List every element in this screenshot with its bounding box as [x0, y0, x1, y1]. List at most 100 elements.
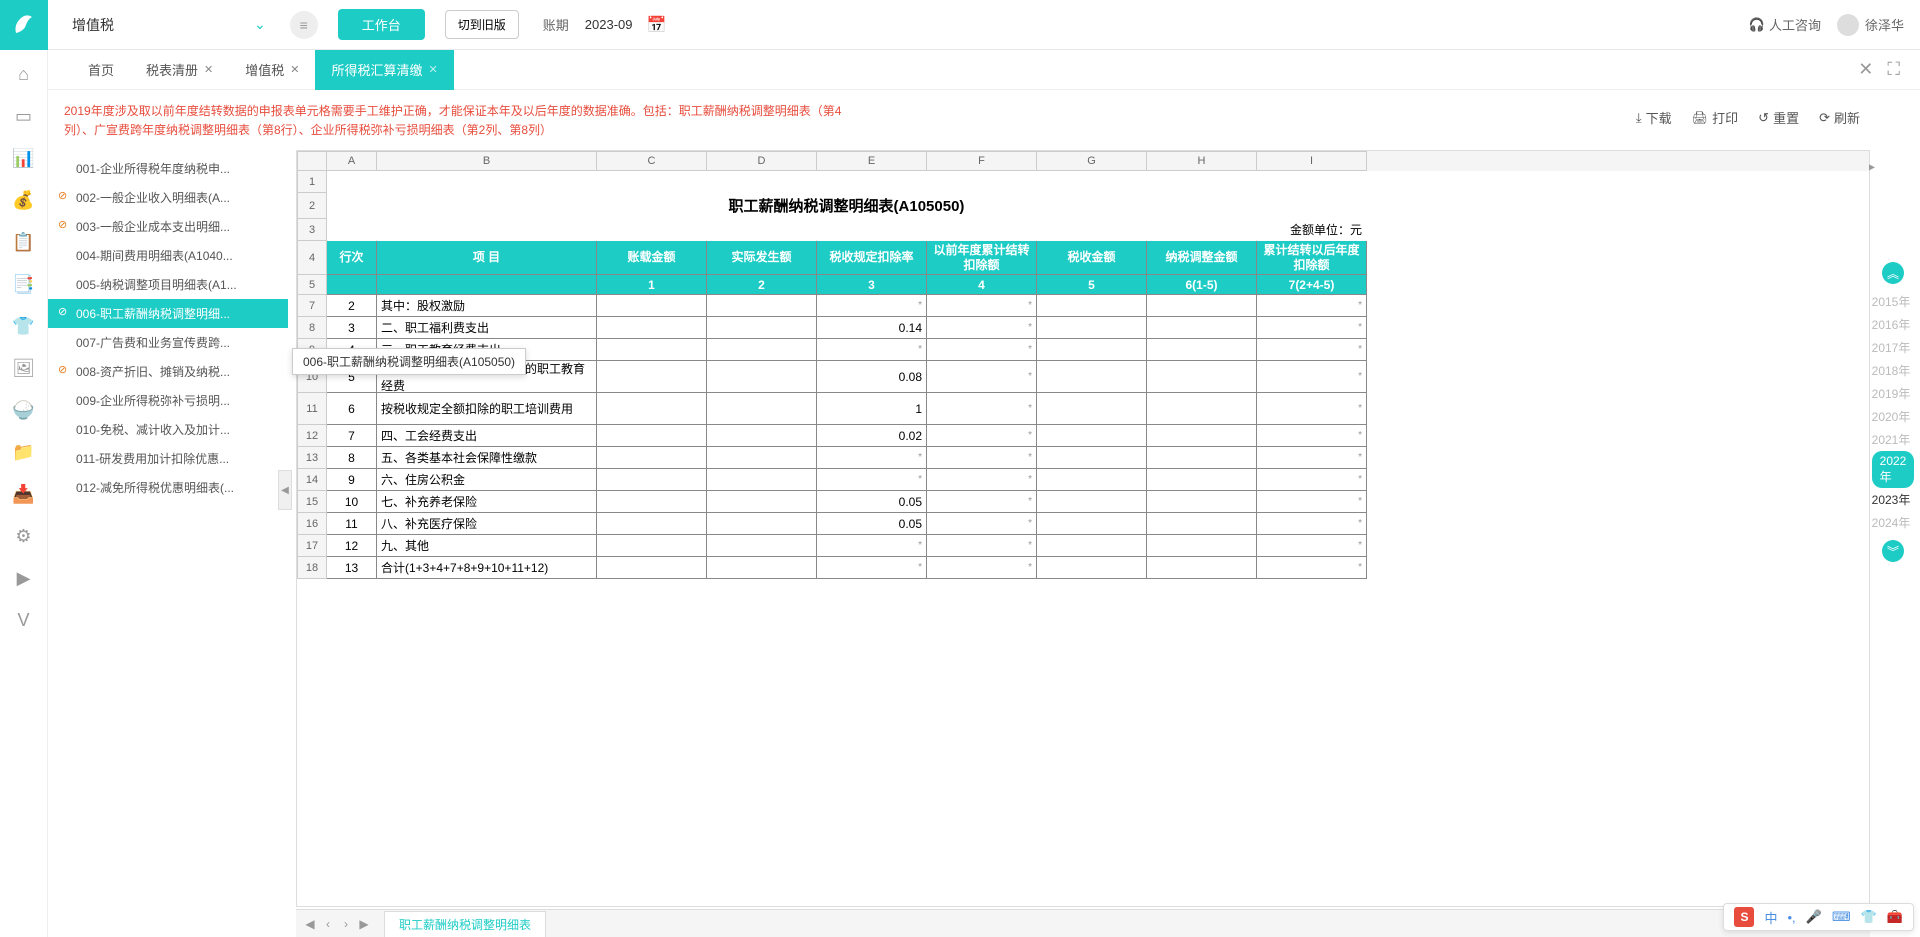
cell[interactable]: * [817, 557, 927, 579]
cell[interactable]: * [927, 535, 1037, 557]
cell[interactable] [597, 491, 707, 513]
cell[interactable]: * [817, 339, 927, 361]
form-list-item[interactable]: 001-企业所得税年度纳税申... [48, 154, 288, 183]
cell[interactable]: 5 [1037, 275, 1147, 295]
col-header[interactable]: D [707, 151, 817, 171]
row-header[interactable]: 11 [297, 393, 327, 425]
row-header[interactable]: 13 [297, 447, 327, 469]
old-version-button[interactable]: 切到旧版 [445, 10, 519, 39]
cell[interactable]: * [927, 557, 1037, 579]
chart-icon[interactable]: 📊 [12, 146, 36, 170]
cell[interactable]: * [927, 393, 1037, 425]
cell[interactable] [707, 361, 817, 393]
form-list-item[interactable]: ⊘008-资产折旧、摊销及纳税... [48, 357, 288, 386]
cell[interactable]: 3 [817, 275, 927, 295]
col-header[interactable]: F [927, 151, 1037, 171]
refresh-button[interactable]: ⟳刷新 [1819, 108, 1860, 127]
cell[interactable] [377, 275, 597, 295]
report-icon[interactable]: 📑 [12, 272, 36, 296]
calendar-icon[interactable]: 📅 [647, 15, 667, 35]
cell[interactable]: 8 [327, 447, 377, 469]
cell[interactable]: * [1257, 425, 1367, 447]
doc-icon[interactable]: ▭ [12, 104, 36, 128]
col-header[interactable]: C [597, 151, 707, 171]
cell[interactable] [597, 339, 707, 361]
image-icon[interactable]: 🖼 [12, 356, 36, 380]
sheet-expand-icon[interactable]: ▸ [1868, 158, 1884, 174]
row-header[interactable]: 4 [297, 241, 327, 275]
ime-bar[interactable]: S 中 •, 🎤 ⌨ 👕 🧰 [1723, 903, 1914, 931]
cell[interactable] [1037, 393, 1147, 425]
sheet-nav-first[interactable]: ◀ [302, 917, 318, 931]
print-button[interactable]: 🖨打印 [1692, 108, 1739, 127]
cell[interactable]: 其中：股权激励 [377, 295, 597, 317]
cell[interactable] [707, 513, 817, 535]
money-icon[interactable]: 💰 [12, 188, 36, 212]
year-item[interactable]: 2016年 [1872, 313, 1915, 336]
cell[interactable]: 八、补充医疗保险 [377, 513, 597, 535]
cell[interactable]: 项 目 [377, 241, 597, 275]
cell[interactable] [1147, 317, 1257, 339]
close-icon[interactable]: ✕ [290, 63, 299, 76]
cell[interactable]: * [1257, 535, 1367, 557]
cell[interactable]: 2 [327, 295, 377, 317]
sheet-nav-prev[interactable]: ‹ [320, 917, 336, 931]
cell[interactable] [1037, 469, 1147, 491]
row-header[interactable]: 2 [297, 193, 327, 219]
cell[interactable]: * [927, 447, 1037, 469]
cell[interactable]: * [817, 447, 927, 469]
cell[interactable]: 九、其他 [377, 535, 597, 557]
cell[interactable] [1147, 361, 1257, 393]
video-icon[interactable]: ▶ [12, 566, 36, 590]
cell[interactable] [707, 339, 817, 361]
cell[interactable] [707, 393, 817, 425]
cell[interactable] [707, 295, 817, 317]
cell[interactable] [707, 469, 817, 491]
col-header[interactable]: E [817, 151, 927, 171]
year-item[interactable]: 2019年 [1872, 382, 1915, 405]
close-all-icon[interactable]: ✕ [1858, 59, 1873, 80]
form-list-item[interactable]: 005-纳税调整项目明细表(A1... [48, 270, 288, 299]
cell[interactable]: * [1257, 557, 1367, 579]
cell[interactable]: 4 [927, 275, 1037, 295]
cell[interactable] [1037, 317, 1147, 339]
tab-所得税汇算清缴[interactable]: 所得税汇算清缴✕ [315, 50, 453, 90]
col-header[interactable]: I [1257, 151, 1367, 171]
download-button[interactable]: ⤓下载 [1636, 108, 1672, 127]
year-down-icon[interactable]: ︾ [1882, 540, 1904, 562]
year-item[interactable]: 2020年 [1872, 405, 1915, 428]
cell[interactable]: * [1257, 295, 1367, 317]
row-header[interactable]: 16 [297, 513, 327, 535]
cell[interactable] [1147, 535, 1257, 557]
cell[interactable]: 3 [327, 317, 377, 339]
clipboard-icon[interactable]: 📋 [12, 230, 36, 254]
cell[interactable]: * [1257, 513, 1367, 535]
row-header[interactable]: 8 [297, 317, 327, 339]
consult-link[interactable]: 🎧 人工咨询 [1749, 15, 1821, 34]
cell[interactable] [707, 317, 817, 339]
collapse-handle[interactable]: ◀ [278, 470, 292, 510]
cell[interactable]: 6 [327, 393, 377, 425]
col-header[interactable]: A [327, 151, 377, 171]
sheet-corner[interactable] [297, 151, 327, 171]
cell[interactable]: 实际发生额 [707, 241, 817, 275]
form-list-item[interactable]: 004-期间费用明细表(A1040... [48, 241, 288, 270]
cell[interactable]: * [927, 425, 1037, 447]
cell[interactable]: 6(1-5) [1147, 275, 1257, 295]
v-icon[interactable]: V [12, 608, 36, 632]
cell[interactable]: 12 [327, 535, 377, 557]
cell[interactable]: 0.05 [817, 513, 927, 535]
cell[interactable]: * [1257, 491, 1367, 513]
year-item[interactable]: 2023年 [1872, 488, 1915, 511]
reset-button[interactable]: ↺重置 [1758, 108, 1799, 127]
close-icon[interactable]: ✕ [204, 63, 213, 76]
period-value[interactable]: 2023-09 [585, 17, 633, 32]
cell[interactable]: * [817, 535, 927, 557]
cell[interactable] [1147, 393, 1257, 425]
cell[interactable]: 账载金额 [597, 241, 707, 275]
sheet-nav-last[interactable]: ▶ [356, 917, 372, 931]
ime-mic-icon[interactable]: 🎤 [1806, 909, 1822, 925]
cell[interactable]: 累计结转以后年度扣除额 [1257, 241, 1367, 275]
gear-icon[interactable]: ⚙ [12, 524, 36, 548]
form-list-item[interactable]: ⊘002-一般企业收入明细表(A... [48, 183, 288, 212]
